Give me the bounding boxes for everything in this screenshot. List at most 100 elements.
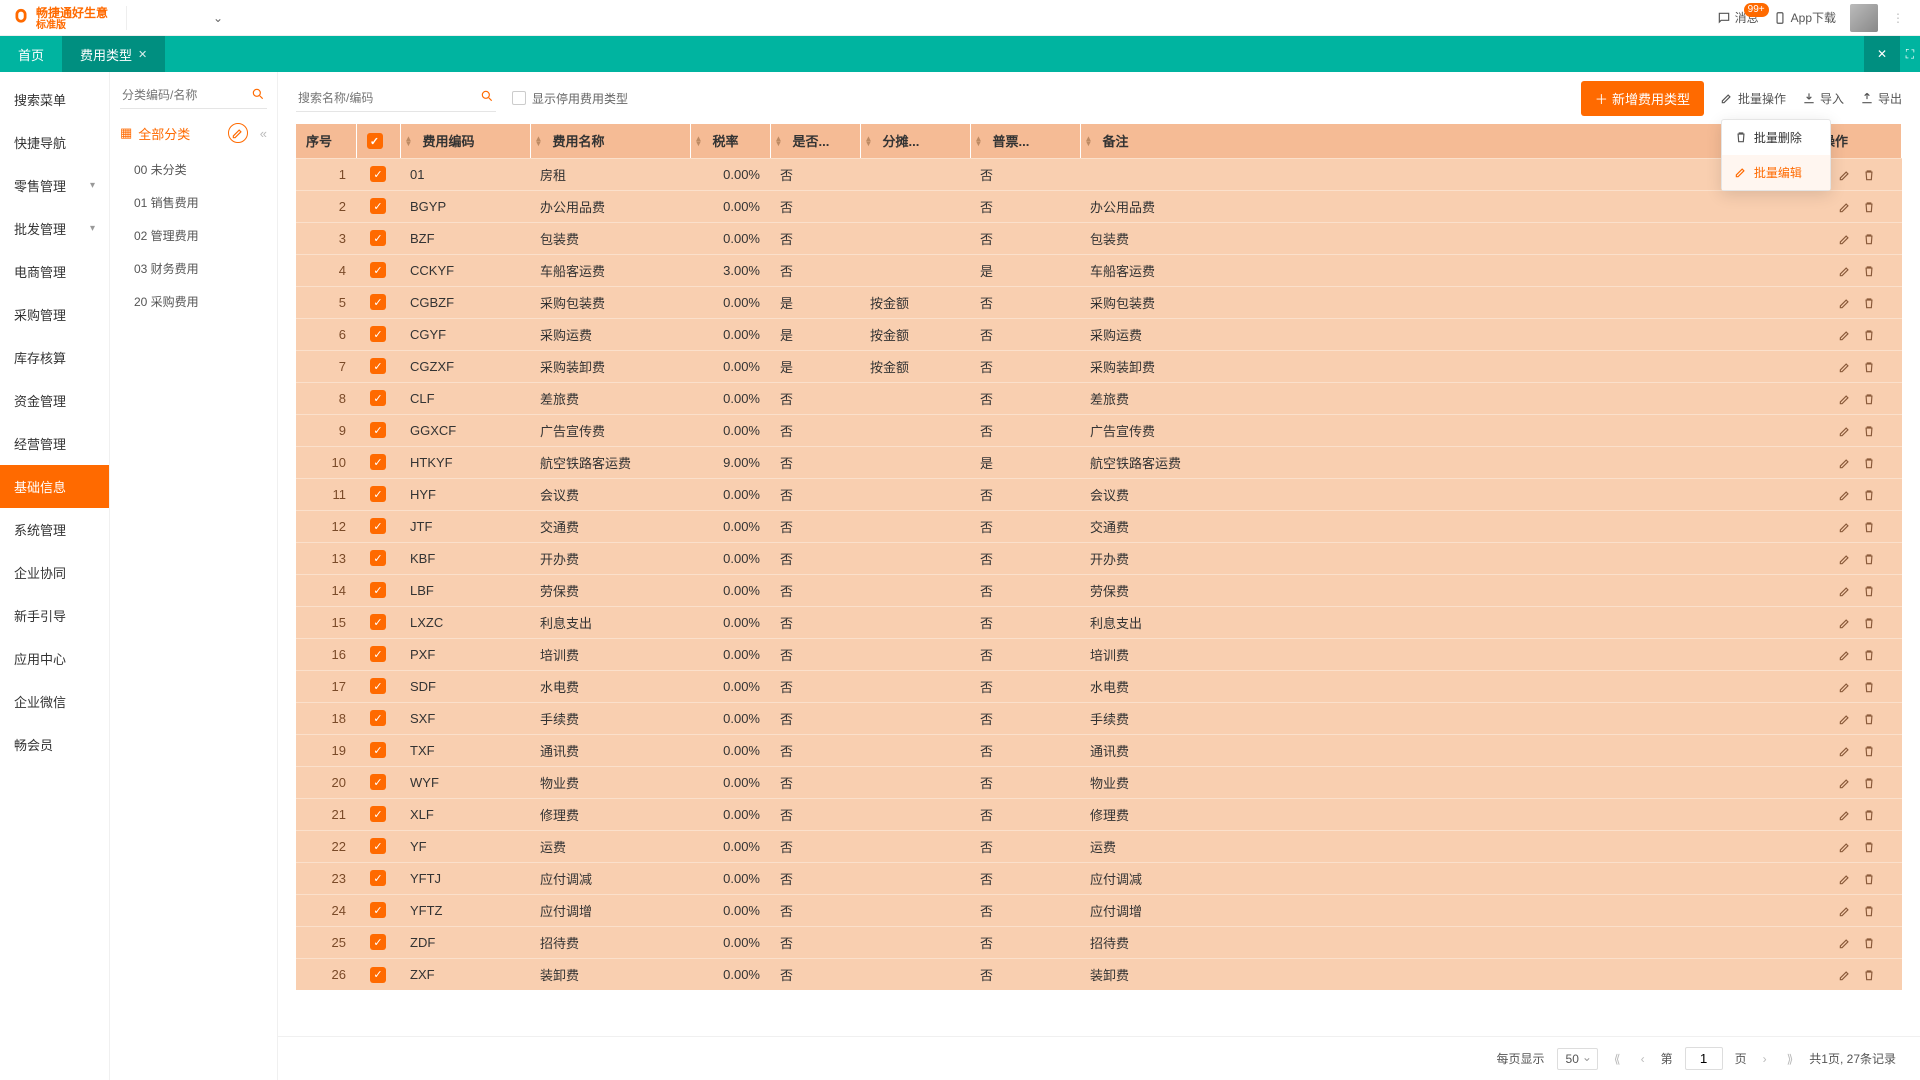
row-delete-button[interactable] <box>1862 230 1876 246</box>
cell-checkbox[interactable]: ✓ <box>356 254 400 286</box>
row-edit-button[interactable] <box>1838 454 1852 470</box>
row-delete-button[interactable] <box>1862 454 1876 470</box>
nav-item[interactable]: 应用中心 <box>0 637 109 680</box>
row-edit-button[interactable] <box>1838 838 1852 854</box>
row-edit-button[interactable] <box>1838 486 1852 502</box>
table-row[interactable]: 26✓ZXF装卸费0.00%否否装卸费 <box>296 958 1902 990</box>
table-row[interactable]: 11✓HYF会议费0.00%否否会议费 <box>296 478 1902 510</box>
row-delete-button[interactable] <box>1862 518 1876 534</box>
row-edit-button[interactable] <box>1838 966 1852 982</box>
row-delete-button[interactable] <box>1862 806 1876 822</box>
cell-checkbox[interactable]: ✓ <box>356 894 400 926</box>
prev-page-button[interactable]: ‹ <box>1637 1052 1649 1066</box>
table-row[interactable]: 18✓SXF手续费0.00%否否手续费 <box>296 702 1902 734</box>
table-row[interactable]: 7✓CGZXF采购装卸费0.00%是按金额否采购装卸费 <box>296 350 1902 382</box>
avatar[interactable] <box>1850 4 1878 32</box>
row-delete-button[interactable] <box>1862 902 1876 918</box>
batch-delete-item[interactable]: 批量删除 <box>1722 120 1830 155</box>
new-expense-type-button[interactable]: ＋ 新增费用类型 <box>1581 81 1704 116</box>
search-input[interactable] <box>296 85 496 112</box>
row-edit-button[interactable] <box>1838 902 1852 918</box>
row-delete-button[interactable] <box>1862 550 1876 566</box>
nav-item[interactable]: 畅会员 <box>0 723 109 766</box>
export-button[interactable]: 导出 <box>1860 90 1902 107</box>
row-delete-button[interactable] <box>1862 358 1876 374</box>
row-delete-button[interactable] <box>1862 262 1876 278</box>
nav-item[interactable]: 批发管理▾ <box>0 207 109 250</box>
cell-checkbox[interactable]: ✓ <box>356 510 400 542</box>
cell-checkbox[interactable]: ✓ <box>356 414 400 446</box>
row-edit-button[interactable] <box>1838 294 1852 310</box>
all-categories-label[interactable]: 全部分类 <box>138 124 190 143</box>
nav-item[interactable]: 资金管理 <box>0 379 109 422</box>
import-button[interactable]: 导入 <box>1802 90 1844 107</box>
nav-item[interactable]: 企业协同 <box>0 551 109 594</box>
row-delete-button[interactable] <box>1862 870 1876 886</box>
cell-checkbox[interactable]: ✓ <box>356 158 400 190</box>
page-input[interactable] <box>1685 1047 1723 1070</box>
org-selector[interactable]: ⌄ <box>135 9 235 26</box>
row-edit-button[interactable] <box>1838 582 1852 598</box>
category-item[interactable]: 02 管理费用 <box>120 219 267 252</box>
category-item[interactable]: 20 采购费用 <box>120 285 267 318</box>
row-edit-button[interactable] <box>1838 262 1852 278</box>
table-row[interactable]: 16✓PXF培训费0.00%否否培训费 <box>296 638 1902 670</box>
col-checkbox[interactable]: ✓ <box>356 124 400 158</box>
nav-item[interactable]: 基础信息 <box>0 465 109 508</box>
cell-checkbox[interactable]: ✓ <box>356 926 400 958</box>
category-item[interactable]: 00 未分类 <box>120 153 267 186</box>
table-row[interactable]: 15✓LXZC利息支出0.00%否否利息支出 <box>296 606 1902 638</box>
row-edit-button[interactable] <box>1838 518 1852 534</box>
cell-checkbox[interactable]: ✓ <box>356 606 400 638</box>
table-row[interactable]: 5✓CGBZF采购包装费0.00%是按金额否采购包装费 <box>296 286 1902 318</box>
row-edit-button[interactable] <box>1838 198 1852 214</box>
col-name[interactable]: ▲▼费用名称 <box>530 124 690 158</box>
cell-checkbox[interactable]: ✓ <box>356 638 400 670</box>
tab-expense-type[interactable]: 费用类型 ✕ <box>62 36 165 72</box>
cell-checkbox[interactable]: ✓ <box>356 542 400 574</box>
per-page-select[interactable]: 50 <box>1557 1048 1598 1070</box>
col-code[interactable]: ▲▼费用编码 <box>400 124 530 158</box>
nav-item[interactable]: 经营管理 <box>0 422 109 465</box>
cell-checkbox[interactable]: ✓ <box>356 286 400 318</box>
row-edit-button[interactable] <box>1838 358 1852 374</box>
batch-edit-item[interactable]: 批量编辑 <box>1722 155 1830 190</box>
row-delete-button[interactable] <box>1862 486 1876 502</box>
cell-checkbox[interactable]: ✓ <box>356 350 400 382</box>
category-item[interactable]: 03 财务费用 <box>120 252 267 285</box>
more-icon[interactable]: ⋮ <box>1892 11 1904 25</box>
table-wrap[interactable]: 序号 ✓ ▲▼费用编码 ▲▼费用名称 ▲▼税率 ▲▼是否... ▲▼分摊... … <box>278 124 1920 1036</box>
row-edit-button[interactable] <box>1838 614 1852 630</box>
table-row[interactable]: 4✓CCKYF车船客运费3.00%否是车船客运费 <box>296 254 1902 286</box>
row-edit-button[interactable] <box>1838 742 1852 758</box>
row-delete-button[interactable] <box>1862 678 1876 694</box>
cell-checkbox[interactable]: ✓ <box>356 382 400 414</box>
table-row[interactable]: 23✓YFTJ应付调减0.00%否否应付调减 <box>296 862 1902 894</box>
row-delete-button[interactable] <box>1862 582 1876 598</box>
row-delete-button[interactable] <box>1862 614 1876 630</box>
category-item[interactable]: 01 销售费用 <box>120 186 267 219</box>
last-page-button[interactable]: ⟫ <box>1783 1052 1798 1066</box>
table-row[interactable]: 13✓KBF开办费0.00%否否开办费 <box>296 542 1902 574</box>
table-row[interactable]: 14✓LBF劳保费0.00%否否劳保费 <box>296 574 1902 606</box>
table-row[interactable]: 21✓XLF修理费0.00%否否修理费 <box>296 798 1902 830</box>
nav-item[interactable]: 新手引导 <box>0 594 109 637</box>
messages-button[interactable]: 消息 99+ <box>1717 9 1759 26</box>
cell-checkbox[interactable]: ✓ <box>356 702 400 734</box>
nav-item[interactable]: 企业微信 <box>0 680 109 723</box>
row-edit-button[interactable] <box>1838 550 1852 566</box>
row-delete-button[interactable] <box>1862 166 1876 182</box>
close-icon[interactable]: ✕ <box>138 48 147 61</box>
fullscreen-icon[interactable]: ⛶ <box>1900 47 1920 62</box>
cell-checkbox[interactable]: ✓ <box>356 318 400 350</box>
cell-checkbox[interactable]: ✓ <box>356 798 400 830</box>
table-row[interactable]: 17✓SDF水电费0.00%否否水电费 <box>296 670 1902 702</box>
table-row[interactable]: 22✓YF运费0.00%否否运费 <box>296 830 1902 862</box>
table-row[interactable]: 19✓TXF通讯费0.00%否否通讯费 <box>296 734 1902 766</box>
table-row[interactable]: 2✓BGYP办公用品费0.00%否否办公用品费 <box>296 190 1902 222</box>
row-delete-button[interactable] <box>1862 422 1876 438</box>
cell-checkbox[interactable]: ✓ <box>356 862 400 894</box>
cell-checkbox[interactable]: ✓ <box>356 222 400 254</box>
col-rate[interactable]: ▲▼税率 <box>690 124 770 158</box>
row-delete-button[interactable] <box>1862 710 1876 726</box>
